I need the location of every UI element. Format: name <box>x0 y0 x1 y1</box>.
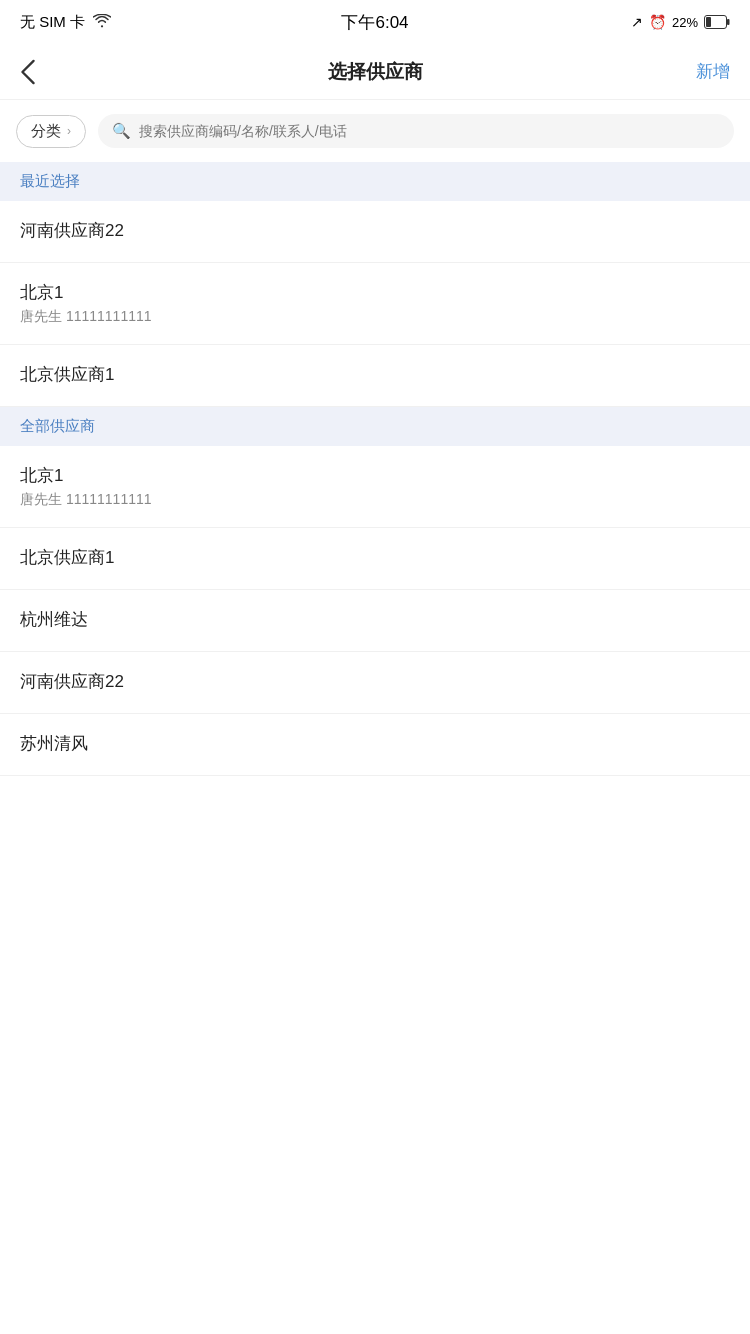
item-name: 北京1 <box>20 464 730 487</box>
item-name: 杭州维达 <box>20 608 730 631</box>
item-name: 河南供应商22 <box>20 219 730 242</box>
recent-items-list: 河南供应商22 北京1 唐先生 11111111111 北京供应商1 <box>0 201 750 407</box>
item-name: 北京供应商1 <box>20 363 730 386</box>
status-time: 下午6:04 <box>341 11 408 34</box>
all-list-item[interactable]: 北京1 唐先生 11111111111 <box>0 446 750 528</box>
back-button[interactable] <box>20 59 36 85</box>
item-name: 苏州清风 <box>20 732 730 755</box>
recent-section-header: 最近选择 <box>0 162 750 201</box>
recent-list-item[interactable]: 河南供应商22 <box>0 201 750 263</box>
wifi-icon <box>93 14 111 31</box>
search-input[interactable] <box>139 123 720 139</box>
category-button[interactable]: 分类 › <box>16 115 86 148</box>
chevron-right-icon: › <box>67 124 71 138</box>
recent-list-item[interactable]: 北京供应商1 <box>0 345 750 407</box>
filter-bar: 分类 › 🔍 <box>0 100 750 162</box>
category-label: 分类 <box>31 122 61 141</box>
item-name: 北京1 <box>20 281 730 304</box>
item-detail: 唐先生 11111111111 <box>20 308 730 326</box>
nav-bar: 选择供应商 新增 <box>0 44 750 100</box>
no-sim-text: 无 SIM 卡 <box>20 13 85 32</box>
status-left: 无 SIM 卡 <box>20 13 111 32</box>
item-name: 河南供应商22 <box>20 670 730 693</box>
svg-rect-1 <box>706 17 711 27</box>
battery-text: 22% <box>672 15 698 30</box>
all-list-item[interactable]: 杭州维达 <box>0 590 750 652</box>
all-list-item[interactable]: 苏州清风 <box>0 714 750 776</box>
recent-section-label: 最近选择 <box>20 172 80 189</box>
location-icon: ↗ <box>631 14 643 30</box>
all-items-list: 北京1 唐先生 11111111111 北京供应商1 杭州维达 河南供应商22 … <box>0 446 750 776</box>
all-section-label: 全部供应商 <box>20 417 95 434</box>
item-detail: 唐先生 11111111111 <box>20 491 730 509</box>
search-icon: 🔍 <box>112 122 131 140</box>
all-list-item[interactable]: 河南供应商22 <box>0 652 750 714</box>
status-bar: 无 SIM 卡 下午6:04 ↗ ⏰ 22% <box>0 0 750 44</box>
all-section-header: 全部供应商 <box>0 407 750 446</box>
battery-icon <box>704 15 730 29</box>
status-right: ↗ ⏰ 22% <box>631 14 730 30</box>
item-name: 北京供应商1 <box>20 546 730 569</box>
svg-rect-2 <box>727 19 730 25</box>
recent-list-item[interactable]: 北京1 唐先生 11111111111 <box>0 263 750 345</box>
alarm-icon: ⏰ <box>649 14 666 30</box>
search-box: 🔍 <box>98 114 734 148</box>
all-list-item[interactable]: 北京供应商1 <box>0 528 750 590</box>
page-title: 选择供应商 <box>328 59 423 85</box>
add-button[interactable]: 新增 <box>696 60 730 83</box>
